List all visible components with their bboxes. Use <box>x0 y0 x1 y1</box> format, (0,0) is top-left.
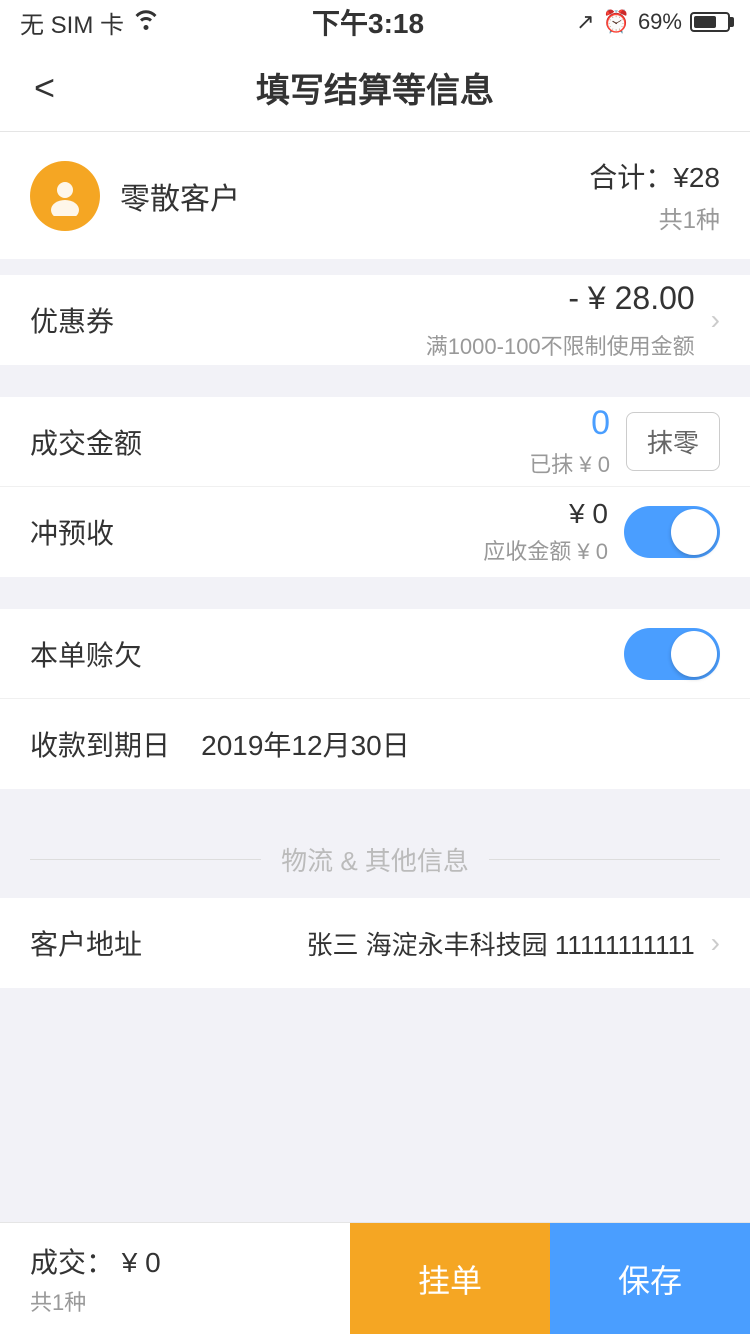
customer-total: 合计：¥28 <box>589 156 720 196</box>
alarm-icon: ⏰ <box>603 9 630 35</box>
transaction-value[interactable]: 0 <box>591 404 610 443</box>
page-title: 填写结算等信息 <box>256 63 494 112</box>
footer: 成交： ¥ 0 共1种 挂单 保存 <box>0 1222 750 1334</box>
coupon-desc: 满1000-100不限制使用金额 <box>426 329 695 361</box>
status-time: 下午3:18 <box>312 2 424 42</box>
prepayment-label: 冲预收 <box>30 512 114 552</box>
transaction-row: 成交金额 0 已抹 ¥ 0 抹零 <box>0 397 750 487</box>
round-zero-button[interactable]: 抹零 <box>626 412 720 471</box>
credit-label: 本单赊欠 <box>30 634 142 674</box>
carrier-label: 无 SIM 卡 <box>20 5 124 40</box>
battery-label: 69% <box>638 9 682 35</box>
due-date-row: 收款到期日 2019年12月30日 <box>0 699 750 789</box>
chevron-right-icon: › <box>711 304 720 336</box>
pending-button[interactable]: 挂单 <box>350 1223 550 1334</box>
footer-count: 共1种 <box>30 1285 320 1317</box>
credit-section: 本单赊欠 收款到期日 2019年12月30日 <box>0 609 750 789</box>
customer-count: 共1种 <box>589 200 720 235</box>
separator-1 <box>0 381 750 397</box>
customer-avatar <box>30 161 100 231</box>
separator-2 <box>0 593 750 609</box>
coupon-section[interactable]: 优惠券 - ¥ 28.00 满1000-100不限制使用金额 › <box>0 275 750 365</box>
footer-deal: 成交： ¥ 0 <box>30 1241 320 1281</box>
address-chevron-icon: › <box>711 927 720 959</box>
credit-row: 本单赊欠 <box>0 609 750 699</box>
content-area: 零散客户 合计：¥28 共1种 优惠券 - ¥ 28.00 满1000-100不… <box>0 132 750 1124</box>
logistics-divider: 物流 & 其他信息 <box>0 821 750 898</box>
logistics-label: 物流 & 其他信息 <box>281 841 469 878</box>
prepayment-toggle[interactable] <box>624 506 720 558</box>
credit-toggle-knob <box>671 631 717 677</box>
credit-right <box>624 628 720 680</box>
transaction-sub: 已抹 ¥ 0 <box>529 447 610 479</box>
battery-icon <box>690 12 730 32</box>
address-section[interactable]: 客户地址 张三 海淀永丰科技园 11111111111 › <box>0 898 750 988</box>
due-date-label: 收款到期日 2019年12月30日 <box>30 724 410 764</box>
separator-3 <box>0 805 750 821</box>
credit-toggle[interactable] <box>624 628 720 680</box>
customer-right: 合计：¥28 共1种 <box>589 156 720 235</box>
customer-name: 零散客户 <box>120 174 240 218</box>
prepayment-sub: 应收金额 ¥ 0 <box>483 534 608 566</box>
wifi-icon <box>132 8 160 37</box>
due-date-value[interactable]: 2019年12月30日 <box>201 730 410 761</box>
coupon-row[interactable]: 优惠券 - ¥ 28.00 满1000-100不限制使用金额 › <box>0 275 750 365</box>
nav-bar: < 填写结算等信息 <box>0 44 750 132</box>
coupon-label: 优惠券 <box>30 300 114 340</box>
footer-deal-amount: ¥ 0 <box>122 1247 161 1278</box>
customer-section: 零散客户 合计：¥28 共1种 <box>0 132 750 259</box>
address-label: 客户地址 <box>30 923 142 963</box>
transaction-section: 成交金额 0 已抹 ¥ 0 抹零 冲预收 ¥ 0 应收金额 ¥ 0 <box>0 397 750 577</box>
footer-deal-label: 成交： <box>30 1247 114 1278</box>
address-right: 张三 海淀永丰科技园 11111111111 › <box>306 925 720 962</box>
status-right: ↗ ⏰ 69% <box>576 9 730 35</box>
back-button[interactable]: < <box>24 57 65 119</box>
save-button[interactable]: 保存 <box>550 1223 750 1334</box>
prepayment-value: ¥ 0 <box>569 498 608 530</box>
status-left: 无 SIM 卡 <box>20 5 160 40</box>
address-row[interactable]: 客户地址 张三 海淀永丰科技园 11111111111 › <box>0 898 750 988</box>
coupon-value: - ¥ 28.00 <box>568 280 694 317</box>
status-bar: 无 SIM 卡 下午3:18 ↗ ⏰ 69% <box>0 0 750 44</box>
address-value: 张三 海淀永丰科技园 11111111111 <box>306 925 694 962</box>
toggle-knob <box>671 509 717 555</box>
location-icon: ↗ <box>576 9 594 35</box>
transaction-label: 成交金额 <box>30 422 142 462</box>
coupon-right: - ¥ 28.00 满1000-100不限制使用金额 › <box>426 280 720 361</box>
footer-summary: 成交： ¥ 0 共1种 <box>0 1223 350 1334</box>
prepayment-row: 冲预收 ¥ 0 应收金额 ¥ 0 <box>0 487 750 577</box>
prepayment-right: ¥ 0 应收金额 ¥ 0 <box>483 498 720 566</box>
transaction-right: 0 已抹 ¥ 0 抹零 <box>529 404 720 479</box>
